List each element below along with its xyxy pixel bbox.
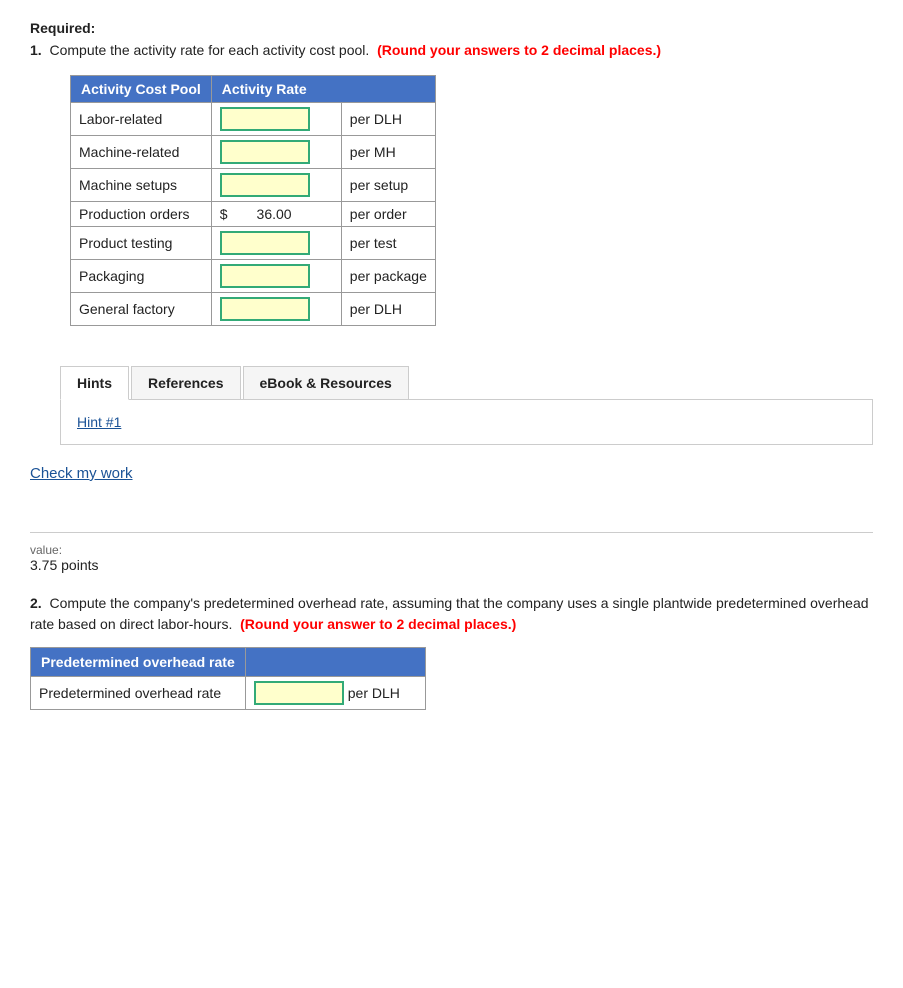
activity-pool-name: Machine setups bbox=[71, 169, 212, 202]
tab-content: Hint #1 bbox=[60, 400, 873, 445]
activity-pool-name: Machine-related bbox=[71, 136, 212, 169]
input-cell bbox=[220, 231, 333, 255]
predetermined-row: Predetermined overhead rate per DLH bbox=[31, 677, 426, 710]
input-cell bbox=[220, 140, 333, 164]
question-1-section: Required: 1. Compute the activity rate f… bbox=[30, 20, 873, 326]
activity-rate-cell bbox=[211, 136, 341, 169]
input-cell bbox=[220, 297, 333, 321]
question-1-number: 1. bbox=[30, 42, 42, 58]
activity-pool-name: General factory bbox=[71, 293, 212, 326]
activity-pool-name: Labor-related bbox=[71, 103, 212, 136]
per-unit-cell: per package bbox=[341, 260, 435, 293]
activity-rate-cell bbox=[211, 260, 341, 293]
activity-rate-cell bbox=[211, 169, 341, 202]
per-unit-cell: per order bbox=[341, 202, 435, 227]
per-unit-cell: per test bbox=[341, 227, 435, 260]
input-cell bbox=[220, 107, 333, 131]
per-unit-cell: per setup bbox=[341, 169, 435, 202]
predetermined-value-header bbox=[245, 648, 425, 677]
col1-header: Activity Cost Pool bbox=[71, 76, 212, 103]
value-label: value: bbox=[30, 543, 873, 557]
activity-rate-input-0[interactable] bbox=[220, 107, 310, 131]
predetermined-input[interactable] bbox=[254, 681, 344, 705]
tabs-container: Hints References eBook & Resources Hint … bbox=[60, 366, 873, 445]
check-my-work-link[interactable]: Check my work bbox=[30, 465, 133, 482]
question-2-text: 2. Compute the company's predetermined o… bbox=[30, 593, 873, 635]
question-2-instruction: (Round your answer to 2 decimal places.) bbox=[240, 616, 516, 632]
hint-1-link[interactable]: Hint #1 bbox=[77, 414, 121, 430]
activity-pool-name: Product testing bbox=[71, 227, 212, 260]
input-cell bbox=[220, 173, 333, 197]
tab-hints[interactable]: Hints bbox=[60, 366, 129, 400]
predetermined-col-header: Predetermined overhead rate bbox=[31, 648, 246, 677]
col2-header: Activity Rate bbox=[211, 76, 435, 103]
activity-table: Activity Cost Pool Activity Rate Labor-r… bbox=[70, 75, 436, 326]
activity-rate-cell bbox=[211, 227, 341, 260]
activity-rate-input-6[interactable] bbox=[220, 297, 310, 321]
value-section: value: 3.75 points bbox=[30, 532, 873, 573]
activity-rate-cell: $36.00 bbox=[211, 202, 341, 227]
activity-rate-cell bbox=[211, 293, 341, 326]
per-unit-cell: per DLH bbox=[341, 103, 435, 136]
predetermined-label: Predetermined overhead rate bbox=[31, 677, 246, 710]
activity-rate-input-5[interactable] bbox=[220, 264, 310, 288]
predetermined-per: per DLH bbox=[348, 685, 400, 701]
table-row: Machine setups per setup bbox=[71, 169, 436, 202]
activity-rate-input-2[interactable] bbox=[220, 173, 310, 197]
activity-rate-cell bbox=[211, 103, 341, 136]
activity-rate-input-4[interactable] bbox=[220, 231, 310, 255]
tab-ebook[interactable]: eBook & Resources bbox=[243, 366, 409, 399]
tabs: Hints References eBook & Resources bbox=[60, 366, 873, 400]
table-row: Machine-related per MH bbox=[71, 136, 436, 169]
required-label: Required: bbox=[30, 20, 873, 36]
question-1-text: 1. Compute the activity rate for each ac… bbox=[30, 40, 873, 61]
question-1-instruction: (Round your answers to 2 decimal places.… bbox=[377, 42, 661, 58]
table-row: Packaging per package bbox=[71, 260, 436, 293]
dollar-sign: $ bbox=[220, 206, 228, 222]
input-cell bbox=[220, 264, 333, 288]
activity-pool-name: Production orders bbox=[71, 202, 212, 227]
activity-pool-name: Packaging bbox=[71, 260, 212, 293]
predetermined-table: Predetermined overhead rate Predetermine… bbox=[30, 647, 426, 710]
tab-references[interactable]: References bbox=[131, 366, 241, 399]
question-2-number: 2. bbox=[30, 595, 42, 611]
table-row: Product testing per test bbox=[71, 227, 436, 260]
prefilled-value: 36.00 bbox=[232, 206, 292, 222]
per-unit-cell: per DLH bbox=[341, 293, 435, 326]
table-row: General factory per DLH bbox=[71, 293, 436, 326]
question-1-body: Compute the activity rate for each activ… bbox=[49, 42, 369, 58]
question-2-section: 2. Compute the company's predetermined o… bbox=[30, 593, 873, 710]
predetermined-input-cell: per DLH bbox=[245, 677, 425, 710]
table-row: Production orders$36.00per order bbox=[71, 202, 436, 227]
table-row: Labor-related per DLH bbox=[71, 103, 436, 136]
value-points: 3.75 points bbox=[30, 557, 873, 573]
activity-rate-input-1[interactable] bbox=[220, 140, 310, 164]
per-unit-cell: per MH bbox=[341, 136, 435, 169]
